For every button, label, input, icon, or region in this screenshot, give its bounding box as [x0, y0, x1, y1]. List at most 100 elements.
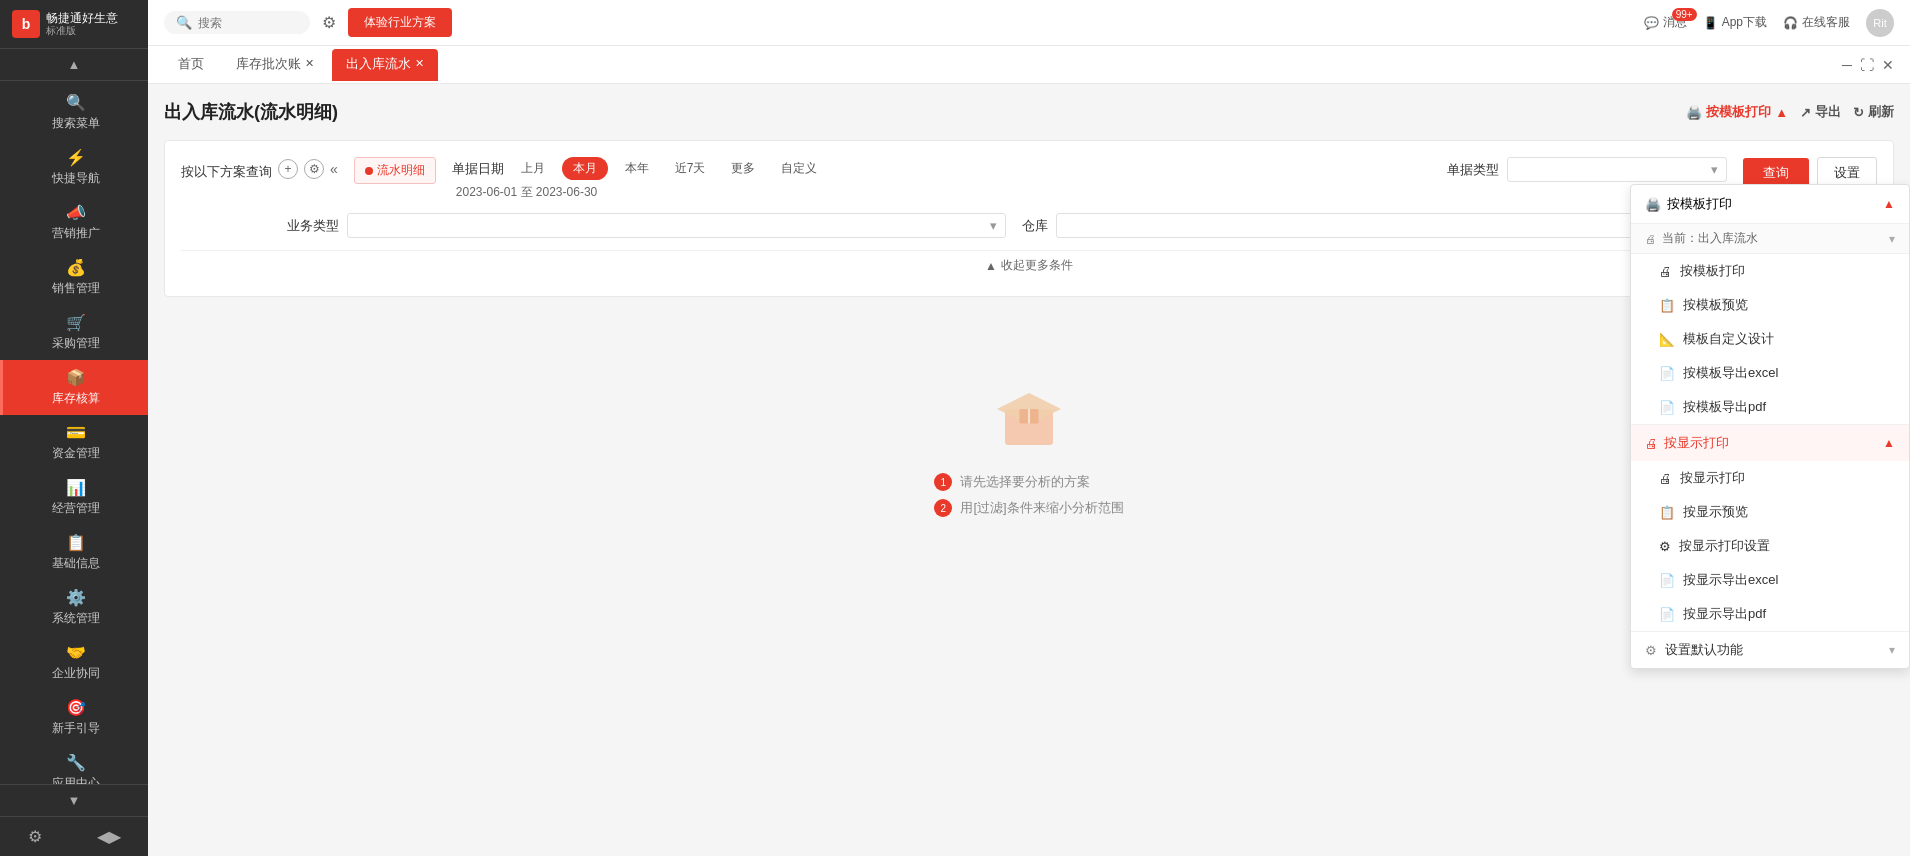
- display-pdf-item[interactable]: 📄 按显示导出pdf: [1631, 597, 1909, 631]
- sidebar-label-collab: 企业协同: [52, 665, 100, 682]
- collapse-more-btn[interactable]: ▲ 收起更多条件: [181, 250, 1877, 280]
- current-icon: 🖨: [1645, 233, 1656, 245]
- topbar-gear-icon[interactable]: ⚙: [322, 13, 336, 32]
- tab-minimize-btn[interactable]: ─: [1842, 57, 1852, 73]
- sidebar-item-sales[interactable]: 💰 销售管理: [0, 250, 148, 305]
- template-print-item[interactable]: 🖨 按模板打印: [1631, 254, 1909, 288]
- filter-add-btn[interactable]: +: [278, 159, 298, 179]
- sidebar-item-marketing[interactable]: 📣 营销推广: [0, 195, 148, 250]
- topbar-search[interactable]: 🔍: [164, 11, 310, 34]
- template-excel-item[interactable]: 📄 按模板导出excel: [1631, 356, 1909, 390]
- quicknav-icon: ⚡: [66, 148, 86, 167]
- display-excel-item[interactable]: 📄 按显示导出excel: [1631, 563, 1909, 597]
- sales-icon: 💰: [66, 258, 86, 277]
- sidebar-item-purchase[interactable]: 🛒 采购管理: [0, 305, 148, 360]
- doc-type-select[interactable]: ▾: [1507, 157, 1727, 182]
- settings-footer-icon[interactable]: ⚙: [28, 827, 42, 846]
- date-last7[interactable]: 近7天: [666, 157, 715, 180]
- operations-icon: 📊: [66, 478, 86, 497]
- search-topbar-input[interactable]: [198, 16, 298, 30]
- sidebar-item-basic[interactable]: 📋 基础信息: [0, 525, 148, 580]
- dropdown-panel: 🖨️ 按模板打印 ▲ 🖨 当前：出入库流水 ▾ 🖨 按模板打印: [1630, 184, 1910, 669]
- tab-home[interactable]: 首页: [164, 49, 218, 81]
- print-template-btn[interactable]: 🖨️ 按模板打印 ▲: [1686, 103, 1788, 121]
- user-avatar[interactable]: Rit: [1866, 9, 1894, 37]
- display-preview-item[interactable]: 📋 按显示预览: [1631, 495, 1909, 529]
- date-more[interactable]: 更多: [722, 157, 764, 180]
- system-icon: ⚙️: [66, 588, 86, 607]
- date-this-month[interactable]: 本月: [562, 157, 608, 180]
- date-range-display: 2023-06-01 至 2023-06-30: [456, 184, 1431, 201]
- filter-row-main: 按以下方案查询 + ⚙ « 流水明细 单据日期 上月 本月: [181, 157, 1877, 201]
- tab-flow[interactable]: 出入库流水 ✕: [332, 49, 438, 81]
- sidebar-item-quicknav[interactable]: ⚡ 快捷导航: [0, 140, 148, 195]
- set-default-item[interactable]: ⚙ 设置默认功能 ▾: [1631, 632, 1909, 668]
- template-print-icon: 🖨: [1659, 264, 1672, 279]
- empty-step-1: 1 请先选择要分析的方案: [934, 473, 1123, 491]
- service-icon: 🎧: [1783, 16, 1798, 30]
- sidebar-label-basic: 基础信息: [52, 555, 100, 572]
- sidebar-label-quicknav: 快捷导航: [52, 170, 100, 187]
- template-preview-item[interactable]: 📋 按模板预览: [1631, 288, 1909, 322]
- tab-flow-close[interactable]: ✕: [415, 57, 424, 70]
- set-default-icon: ⚙: [1645, 643, 1657, 658]
- set-default-arrow: ▾: [1889, 643, 1895, 657]
- tab-close-btn[interactable]: ✕: [1882, 57, 1894, 73]
- template-print-section: 🖨 按模板打印 📋 按模板预览 📐 模板自定义设计 📄 按模板导出excel 📄: [1631, 254, 1909, 425]
- logo-icon: b: [12, 10, 40, 38]
- doc-type-section: 单据类型 ▾: [1447, 157, 1727, 182]
- app-download-btn[interactable]: 📱 App下载: [1703, 14, 1767, 31]
- biz-type-label: 业务类型: [287, 217, 339, 235]
- filter-settings-btn[interactable]: ⚙: [304, 159, 324, 179]
- finance-icon: 💳: [66, 423, 86, 442]
- sidebar-item-newbie[interactable]: 🎯 新手引导: [0, 690, 148, 745]
- filter-label-section: 按以下方案查询 + ⚙ «: [181, 157, 338, 181]
- sidebar-item-inventory[interactable]: 📦 库存核算: [0, 360, 148, 415]
- tab-batch-close[interactable]: ✕: [305, 57, 314, 70]
- template-preview-icon: 📋: [1659, 298, 1675, 313]
- online-service-btn[interactable]: 🎧 在线客服: [1783, 14, 1850, 31]
- collapse-sidebar-btn[interactable]: ◀▶: [97, 827, 121, 846]
- display-settings-item[interactable]: ⚙ 按显示打印设置: [1631, 529, 1909, 563]
- inventory-icon: 📦: [66, 368, 86, 387]
- logo: b 畅捷通好生意 标准版: [0, 0, 148, 49]
- sidebar-item-operations[interactable]: 📊 经营管理: [0, 470, 148, 525]
- display-print-section-header[interactable]: 🖨 按显示打印 ▲: [1631, 425, 1909, 461]
- display-section-icon: 🖨: [1645, 436, 1658, 451]
- tab-batch[interactable]: 库存批次账 ✕: [222, 49, 328, 81]
- sidebar-label-purchase: 采购管理: [52, 335, 100, 352]
- industry-solution-button[interactable]: 体验行业方案: [348, 8, 452, 37]
- filter-tag-label: 流水明细: [377, 162, 425, 179]
- message-btn[interactable]: 💬 消息 99+: [1644, 14, 1687, 31]
- biz-type-select[interactable]: ▾: [347, 213, 1006, 238]
- message-icon: 💬: [1644, 16, 1659, 30]
- filter-collapse-icon[interactable]: «: [330, 161, 338, 177]
- purchase-icon: 🛒: [66, 313, 86, 332]
- sidebar-item-search[interactable]: 🔍 搜索菜单: [0, 85, 148, 140]
- sidebar-item-finance[interactable]: 💳 资金管理: [0, 415, 148, 470]
- sidebar-item-apps[interactable]: 🔧 应用中心: [0, 745, 148, 784]
- sidebar-label-newbie: 新手引导: [52, 720, 100, 737]
- display-section-chevron: ▲: [1883, 436, 1895, 450]
- filter-active-tag: 流水明细: [354, 157, 436, 184]
- search-topbar-icon: 🔍: [176, 15, 192, 30]
- newbie-icon: 🎯: [66, 698, 86, 717]
- collab-icon: 🤝: [66, 643, 86, 662]
- template-custom-item[interactable]: 📐 模板自定义设计: [1631, 322, 1909, 356]
- template-pdf-item[interactable]: 📄 按模板导出pdf: [1631, 390, 1909, 424]
- date-this-year[interactable]: 本年: [616, 157, 658, 180]
- date-custom[interactable]: 自定义: [772, 157, 826, 180]
- sidebar-item-system[interactable]: ⚙️ 系统管理: [0, 580, 148, 635]
- export-btn[interactable]: ↗ 导出: [1800, 103, 1841, 121]
- refresh-btn[interactable]: ↻ 刷新: [1853, 103, 1894, 121]
- sidebar-item-collab[interactable]: 🤝 企业协同: [0, 635, 148, 690]
- logo-text: 畅捷通好生意 标准版: [46, 11, 118, 37]
- template-excel-icon: 📄: [1659, 366, 1675, 381]
- scroll-down-btn[interactable]: ▼: [64, 789, 85, 812]
- display-print-item[interactable]: 🖨 按显示打印: [1631, 461, 1909, 495]
- tab-maximize-btn[interactable]: ⛶: [1860, 57, 1874, 73]
- page-title-actions: 🖨️ 按模板打印 ▲ ↗ 导出 ↻ 刷新: [1686, 103, 1894, 121]
- date-prev-month[interactable]: 上月: [512, 157, 554, 180]
- scroll-up-btn[interactable]: ▲: [64, 53, 85, 76]
- dropdown-collapse-btn[interactable]: ▲: [1883, 197, 1895, 211]
